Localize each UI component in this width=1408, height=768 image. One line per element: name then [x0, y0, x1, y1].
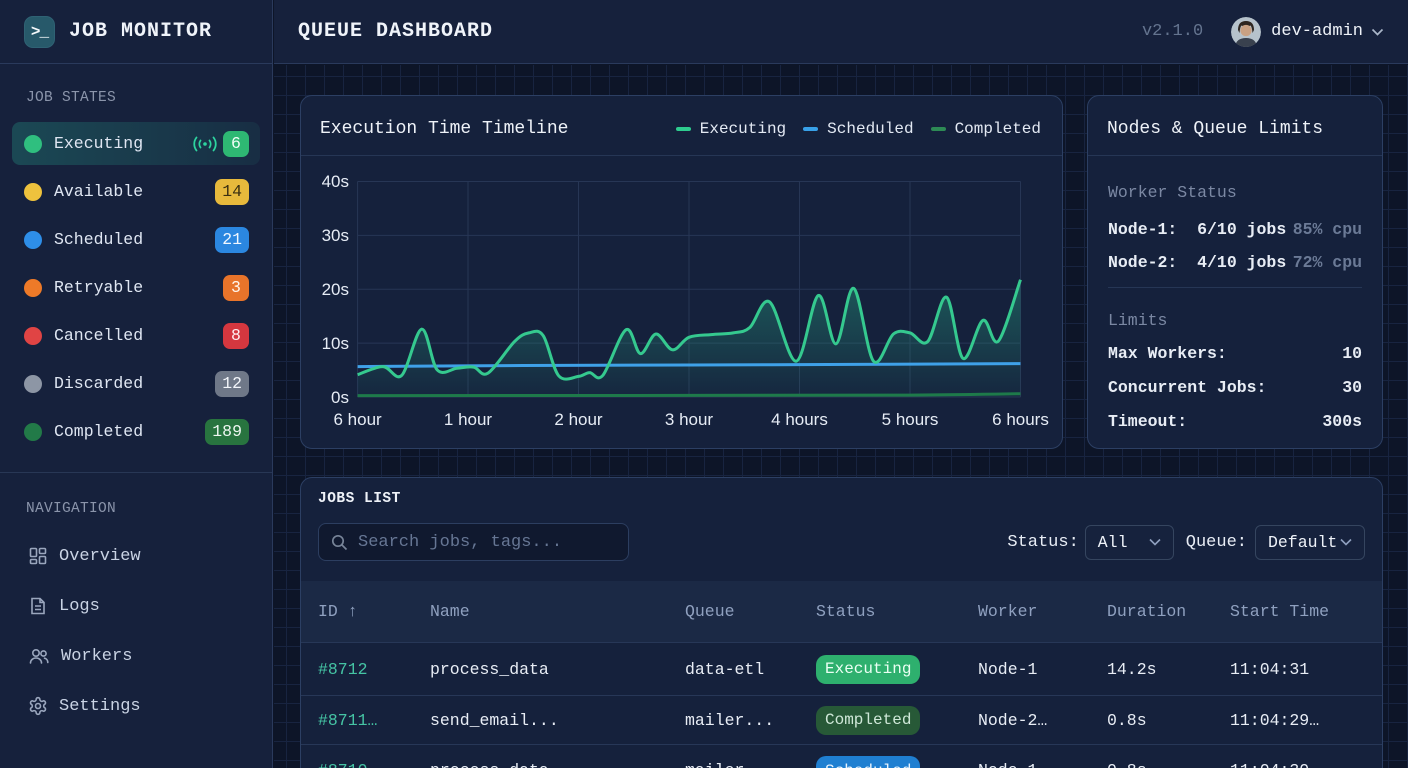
- svg-text:10s: 10s: [322, 334, 349, 353]
- svg-text:2 hour: 2 hour: [554, 410, 603, 429]
- svg-text:3 hour: 3 hour: [665, 410, 714, 429]
- svg-text:0s: 0s: [331, 388, 349, 407]
- svg-text:40s: 40s: [322, 172, 349, 191]
- svg-text:4 hours: 4 hours: [771, 410, 828, 429]
- svg-text:5 hours: 5 hours: [882, 410, 939, 429]
- svg-text:6 hour: 6 hour: [333, 410, 382, 429]
- svg-text:30s: 30s: [322, 226, 349, 245]
- svg-text:1 hour: 1 hour: [444, 410, 493, 429]
- svg-text:20s: 20s: [322, 280, 349, 299]
- svg-text:6 hours: 6 hours: [992, 410, 1049, 429]
